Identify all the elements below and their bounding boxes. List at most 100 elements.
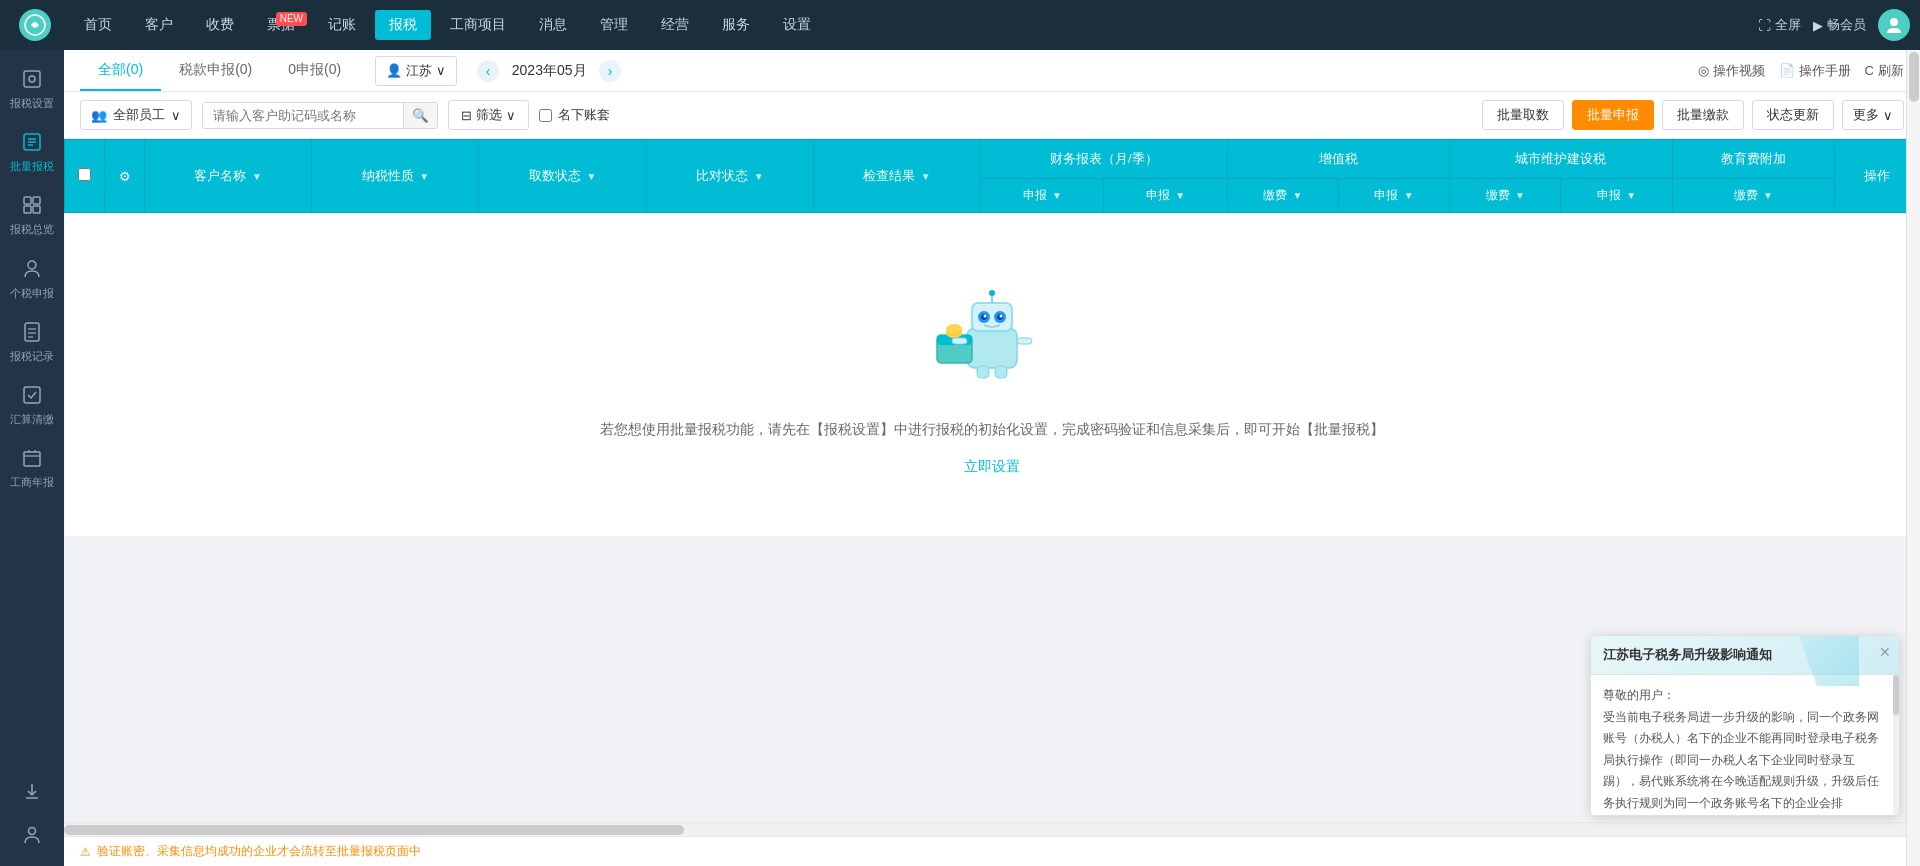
sidebar-item-individual-tax[interactable]: 个税申报 [2, 250, 62, 308]
sidebar-label: 报税记录 [10, 350, 54, 363]
sidebar-item-settlement[interactable]: 汇算清缴 [2, 376, 62, 434]
urban-pay-sub: 缴费 ▼ [1450, 179, 1561, 213]
sidebar-item-batch-tax[interactable]: 批量报税 [2, 123, 62, 181]
batch-pay-btn[interactable]: 批量缴款 [1662, 100, 1744, 130]
nav-service[interactable]: 服务 [708, 10, 764, 40]
vip-btn[interactable]: ▶ 畅会员 [1813, 16, 1866, 34]
filter-icon[interactable]: ▼ [419, 171, 429, 182]
edu-declare-sub: 申报 ▼ [1561, 179, 1672, 213]
data-table: ⚙ 客户名称 ▼ 纳税性质 ▼ 取数状态 ▼ [64, 139, 1920, 536]
filter-icon[interactable]: ▼ [1763, 190, 1773, 201]
sidebar-label: 工商年报 [10, 476, 54, 489]
province-selector[interactable]: 👤 江苏 ∨ [375, 56, 457, 86]
nav-management[interactable]: 管理 [586, 10, 642, 40]
svg-point-36 [946, 324, 962, 334]
nav-operation[interactable]: 经营 [647, 10, 703, 40]
batch-declare-btn[interactable]: 批量申报 [1572, 100, 1654, 130]
tax-type-header: 纳税性质 ▼ [312, 140, 479, 213]
svg-point-29 [1000, 315, 1003, 318]
tab-zero-declaration[interactable]: 0申报(0) [270, 51, 359, 91]
right-scrollbar[interactable] [1906, 50, 1920, 866]
scrollbar-thumb [1893, 675, 1899, 715]
subledger-checkbox-label[interactable]: 名下账套 [539, 106, 610, 124]
select-all-header [65, 140, 105, 213]
current-month: 2023年05月 [509, 62, 589, 80]
sidebar-item-tax-overview[interactable]: 报税总览 [2, 186, 62, 244]
notification-greeting: 尊敬的用户： [1603, 685, 1887, 707]
nav-business[interactable]: 工商项目 [436, 10, 520, 40]
financial-report-header: 财务报表（月/季） [981, 140, 1228, 179]
fullscreen-btn[interactable]: ⛶ 全屏 [1758, 16, 1801, 34]
sidebar-label: 报税设置 [10, 97, 54, 110]
batch-fetch-btn[interactable]: 批量取数 [1482, 100, 1564, 130]
sidebar-user[interactable] [2, 817, 62, 856]
filter-icon[interactable]: ▼ [1626, 190, 1636, 201]
filter-icon[interactable]: ▼ [252, 171, 262, 182]
tab-actions: ◎ 操作视频 📄 操作手册 C 刷新 [1698, 62, 1904, 80]
filter-icon[interactable]: ▼ [586, 171, 596, 182]
sidebar-item-tax-records[interactable]: 报税记录 [2, 313, 62, 371]
tab-all[interactable]: 全部(0) [80, 51, 161, 91]
next-month-btn[interactable]: › [599, 60, 621, 82]
nav-tax[interactable]: 报税 [375, 10, 431, 40]
vat-declare-sub: 申报 ▼ [1104, 179, 1227, 213]
filter-icon[interactable]: ▼ [921, 171, 931, 182]
nav-customer[interactable]: 客户 [131, 10, 187, 40]
setup-link[interactable]: 立即设置 [964, 458, 1020, 476]
robot-illustration [932, 273, 1052, 393]
notification-close-btn[interactable]: ✕ [1879, 644, 1891, 660]
employee-icon: 👥 [91, 108, 107, 123]
filter-icon[interactable]: ▼ [1175, 190, 1185, 201]
main-nav: 首页 客户 收费 票据 NEW 记账 报税 工商项目 消息 管理 经营 服务 设… [70, 10, 1758, 40]
gear-icon[interactable]: ⚙ [119, 169, 131, 184]
operation-video-btn[interactable]: ◎ 操作视频 [1698, 62, 1765, 80]
more-btn[interactable]: 更多 ∨ [1842, 100, 1904, 130]
subledger-checkbox[interactable] [539, 109, 552, 122]
batch-tax-icon [21, 131, 43, 156]
svg-point-21 [29, 828, 36, 835]
top-navigation: 首页 客户 收费 票据 NEW 记账 报税 工商项目 消息 管理 经营 服务 设… [0, 0, 1920, 50]
logo-icon [19, 9, 51, 41]
horizontal-scrollbar[interactable] [64, 822, 1920, 836]
filter-button[interactable]: ⊟ 筛选 ∨ [448, 100, 529, 130]
nav-settings[interactable]: 设置 [769, 10, 825, 40]
tax-settings-icon [21, 68, 43, 93]
svg-point-28 [984, 315, 987, 318]
filter-icon[interactable]: ▼ [754, 171, 764, 182]
svg-point-12 [28, 261, 36, 269]
vat-pay-sub: 缴费 ▼ [1227, 179, 1338, 213]
search-box: 🔍 [202, 102, 438, 129]
nav-message[interactable]: 消息 [525, 10, 581, 40]
nav-right-actions: ⛶ 全屏 ▶ 畅会员 [1758, 9, 1910, 41]
tab-tax-declaration[interactable]: 税款申报(0) [161, 51, 270, 91]
sidebar-item-annual-report[interactable]: 工商年报 [2, 439, 62, 497]
nav-home[interactable]: 首页 [70, 10, 126, 40]
empty-message: 若您想使用批量报税功能，请先在【报税设置】中进行报税的初始化设置，完成密码验证和… [600, 417, 1384, 442]
svg-rect-9 [33, 197, 40, 204]
vat-header: 增值税 [1227, 140, 1450, 179]
filter-icon[interactable]: ▼ [1292, 190, 1302, 201]
edu-pay-sub: 缴费 ▼ [1672, 179, 1834, 213]
filter-icon[interactable]: ▼ [1052, 190, 1062, 201]
nav-invoice[interactable]: 票据 NEW [253, 10, 309, 40]
sidebar-item-tax-settings[interactable]: 报税设置 [2, 60, 62, 118]
select-all-checkbox[interactable] [78, 168, 91, 181]
filter-icon[interactable]: ▼ [1404, 190, 1414, 201]
sidebar-download[interactable] [2, 773, 62, 812]
app-logo[interactable] [10, 0, 60, 50]
operation-manual-btn[interactable]: 📄 操作手册 [1779, 62, 1851, 80]
nav-billing[interactable]: 收费 [192, 10, 248, 40]
search-button[interactable]: 🔍 [403, 103, 437, 128]
nav-bookkeeping[interactable]: 记账 [314, 10, 370, 40]
employee-select[interactable]: 👥 全部员工 ∨ [80, 100, 192, 130]
refresh-btn[interactable]: C 刷新 [1865, 62, 1904, 80]
status-update-btn[interactable]: 状态更新 [1752, 100, 1834, 130]
notification-scrollbar[interactable] [1893, 675, 1899, 815]
prev-month-btn[interactable]: ‹ [477, 60, 499, 82]
new-badge: NEW [276, 12, 307, 26]
fetch-status-header: 取数状态 ▼ [479, 140, 646, 213]
search-input[interactable] [203, 103, 403, 128]
filter-icon[interactable]: ▼ [1515, 190, 1525, 201]
user-avatar[interactable] [1878, 9, 1910, 41]
right-scrollbar-thumb [1909, 52, 1919, 102]
